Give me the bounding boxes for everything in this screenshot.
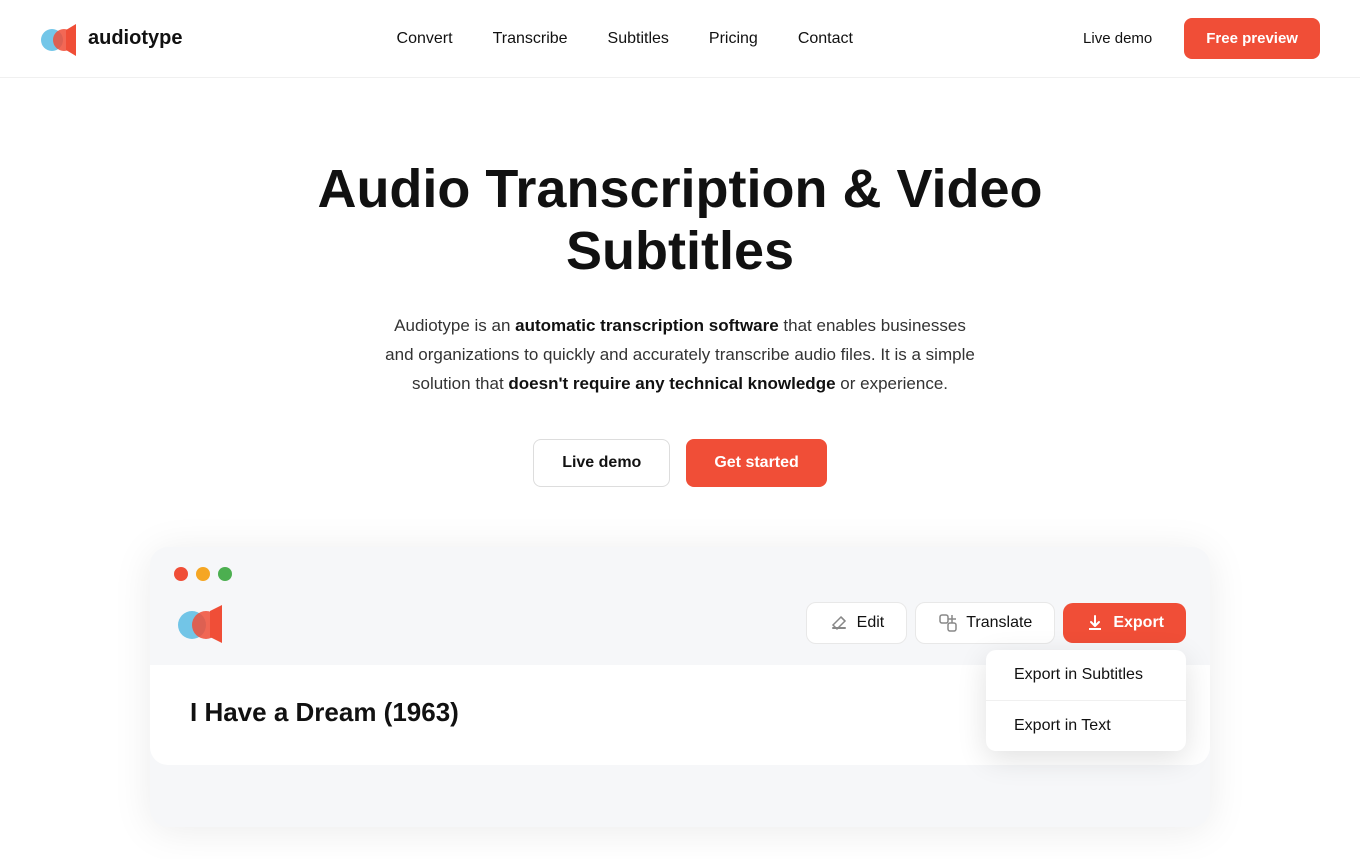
window-dot-red bbox=[174, 567, 188, 581]
mockup-logo bbox=[174, 597, 226, 649]
nav-link-subtitles[interactable]: Subtitles bbox=[608, 30, 669, 48]
nav-link-contact[interactable]: Contact bbox=[798, 30, 853, 48]
logo[interactable]: audiotype bbox=[40, 20, 182, 58]
export-dropdown: Export in Subtitles Export in Text bbox=[986, 650, 1186, 751]
edit-label: Edit bbox=[857, 614, 885, 632]
export-button[interactable]: Export bbox=[1063, 603, 1186, 643]
edit-button[interactable]: Edit bbox=[806, 602, 908, 644]
hero-desc-bold1: automatic transcription software bbox=[515, 316, 779, 335]
translate-icon bbox=[938, 613, 958, 633]
export-subtitles-item[interactable]: Export in Subtitles bbox=[986, 650, 1186, 701]
hero-section: Audio Transcription & Video Subtitles Au… bbox=[0, 78, 1360, 547]
hero-live-demo-button[interactable]: Live demo bbox=[533, 439, 670, 487]
mockup-wrapper: Edit Translate Export bbox=[0, 547, 1360, 827]
nav-link-convert[interactable]: Convert bbox=[397, 30, 453, 48]
export-label: Export bbox=[1113, 614, 1164, 632]
mockup-logo-icon bbox=[174, 597, 226, 649]
nav-live-demo-button[interactable]: Live demo bbox=[1067, 22, 1168, 55]
toolbar-actions: Edit Translate Export bbox=[806, 602, 1186, 644]
hero-get-started-button[interactable]: Get started bbox=[686, 439, 826, 487]
window-dot-yellow bbox=[196, 567, 210, 581]
app-mockup: Edit Translate Export bbox=[150, 547, 1210, 827]
nav-link-pricing[interactable]: Pricing bbox=[709, 30, 758, 48]
logo-icon bbox=[40, 20, 78, 58]
mockup-toolbar: Edit Translate Export bbox=[150, 597, 1210, 649]
hero-buttons: Live demo Get started bbox=[533, 439, 827, 487]
export-icon bbox=[1085, 613, 1105, 633]
window-titlebar bbox=[150, 547, 1210, 597]
nav-actions: Live demo Free preview bbox=[1067, 18, 1320, 59]
logo-text: audiotype bbox=[88, 27, 182, 50]
window-dot-green bbox=[218, 567, 232, 581]
nav-link-transcribe[interactable]: Transcribe bbox=[493, 30, 568, 48]
hero-desc-plain3: or experience. bbox=[836, 374, 948, 393]
edit-icon bbox=[829, 613, 849, 633]
hero-description: Audiotype is an automatic transcription … bbox=[385, 312, 975, 399]
translate-button[interactable]: Translate bbox=[915, 602, 1055, 644]
nav-free-preview-button[interactable]: Free preview bbox=[1184, 18, 1320, 59]
hero-title: Audio Transcription & Video Subtitles bbox=[290, 158, 1070, 282]
navbar: audiotype Convert Transcribe Subtitles P… bbox=[0, 0, 1360, 78]
export-text-item[interactable]: Export in Text bbox=[986, 701, 1186, 751]
translate-label: Translate bbox=[966, 614, 1032, 632]
hero-desc-plain1: Audiotype is an bbox=[394, 316, 515, 335]
nav-links: Convert Transcribe Subtitles Pricing Con… bbox=[397, 30, 853, 48]
hero-desc-bold2: doesn't require any technical knowledge bbox=[508, 374, 835, 393]
